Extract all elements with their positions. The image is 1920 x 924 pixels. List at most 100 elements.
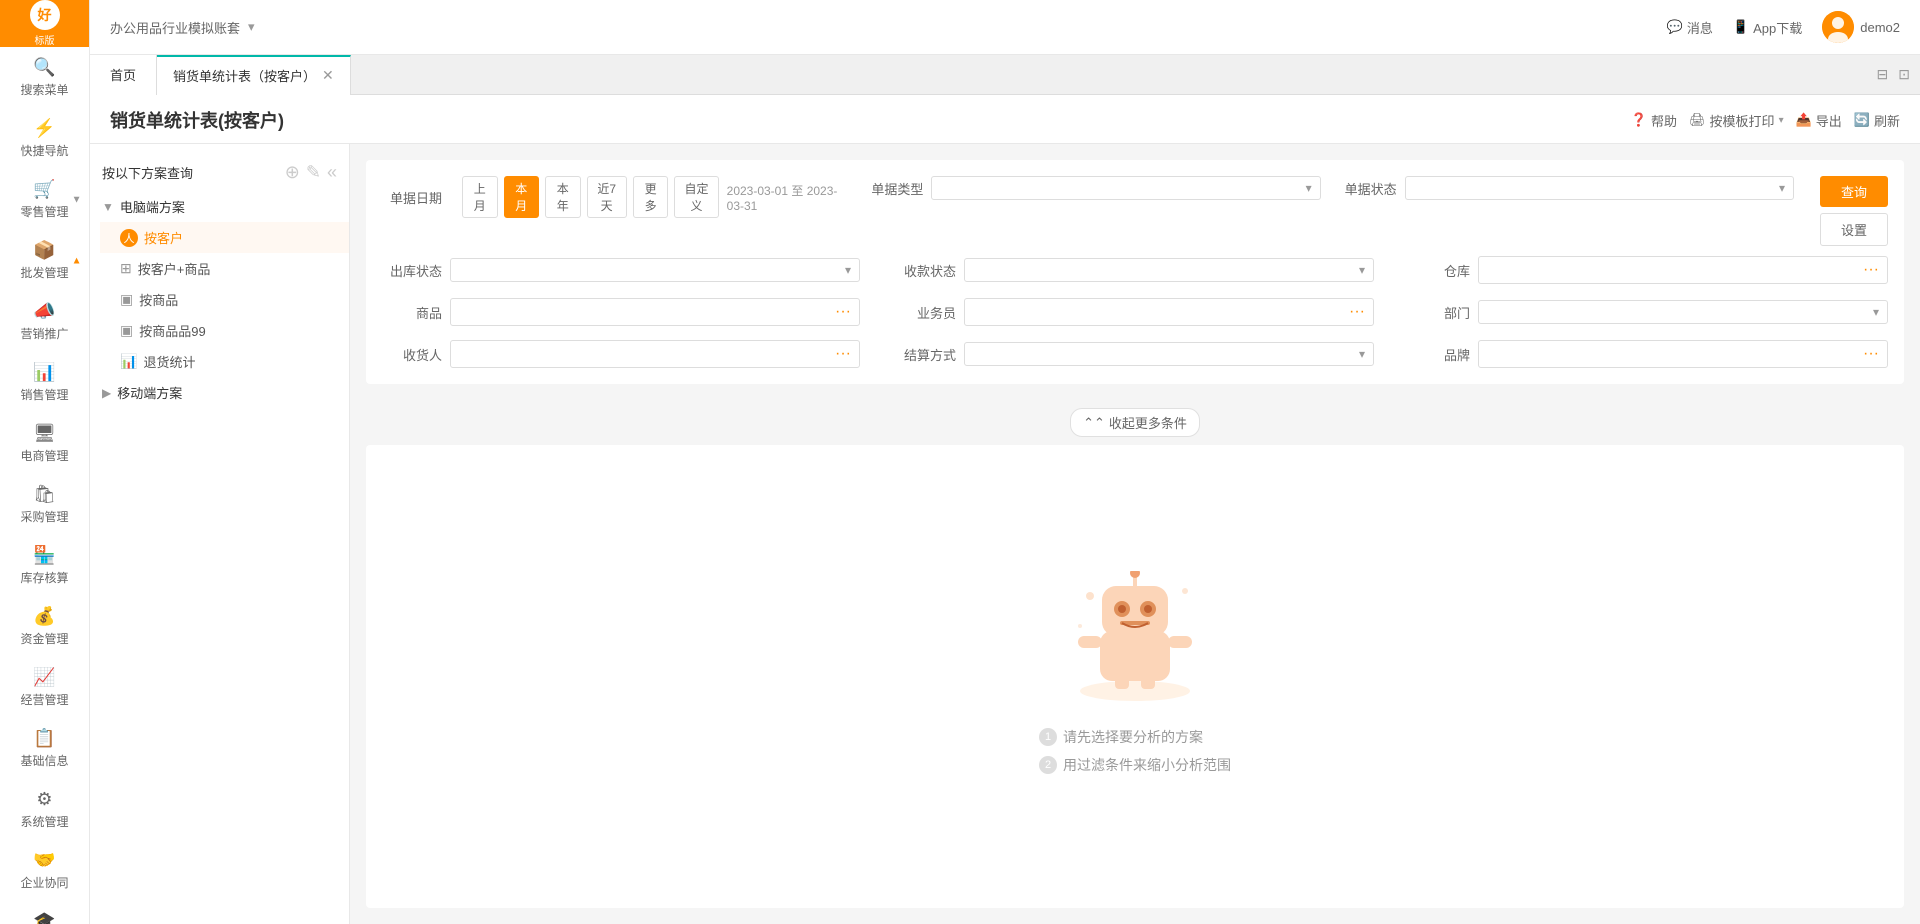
refresh-btn[interactable]: 🔄 刷新: [1854, 111, 1900, 130]
message-icon: 💬: [1667, 19, 1683, 35]
sidebar-item-ecommerce[interactable]: 🖥 电商管理: [0, 413, 90, 474]
btn-last-month[interactable]: 上月: [462, 176, 498, 218]
tree-item-return-stats[interactable]: 📊 退货统计: [100, 346, 349, 377]
product-select[interactable]: ···: [450, 298, 860, 326]
ship-status-select[interactable]: ▾: [450, 258, 860, 282]
warehouse-dots-icon: ···: [1863, 261, 1879, 279]
finance-icon: 💰: [33, 606, 55, 627]
page-header: 销货单统计表(按客户) ❓ 帮助 🖨 按模板打印 ▾ 📤 导出: [90, 95, 1920, 144]
logo-icon: 好: [30, 0, 60, 30]
payment-status-label: 收款状态: [896, 261, 956, 280]
collapse-up-icon: ⌃⌃: [1083, 415, 1105, 431]
sidebar-item-enterprise[interactable]: 🤝 企业协同: [0, 840, 90, 901]
tree-item-by-product[interactable]: ▣ 按商品: [100, 284, 349, 315]
sidebar-item-inventory[interactable]: 🏪 库存核算: [0, 535, 90, 596]
logo[interactable]: 好 标版: [0, 0, 90, 47]
empty-state: 1 请先选择要分析的方案 2 用过滤条件来缩小分析范围: [366, 445, 1904, 908]
app-title: 办公用品行业模拟账套: [110, 18, 240, 37]
payment-status-chevron-icon: ▾: [1359, 263, 1365, 277]
tree-item-by-customer-product[interactable]: ⊞ 按客户+商品: [100, 253, 349, 284]
empty-hint-1: 1 请先选择要分析的方案: [1039, 727, 1231, 747]
refresh-icon: 🔄: [1854, 112, 1870, 128]
query-button[interactable]: 查询: [1820, 176, 1888, 207]
tab-maximize-icon[interactable]: ⊡: [1898, 66, 1910, 83]
warehouse-select[interactable]: ···: [1478, 256, 1888, 284]
app-download-btn[interactable]: 📱 App下载: [1733, 18, 1802, 37]
sidebar-item-wholesale[interactable]: 📦 批发管理 ▲: [0, 230, 90, 291]
brand-dots-icon: ···: [1863, 345, 1879, 363]
department-select[interactable]: ▾: [1478, 300, 1888, 324]
filter-date-row: 单据日期 上月 本月 本年 近7天 更多 自定义: [382, 176, 847, 218]
sidebar-item-marketing[interactable]: 📣 营销推广: [0, 291, 90, 352]
main-area: 办公用品行业模拟账套 ▾ 💬 消息 📱 App下载 de: [90, 0, 1920, 924]
sidebar-item-basic-info[interactable]: 📋 基础信息: [0, 718, 90, 779]
tab-controls: ⊟ ⊡: [1877, 66, 1920, 83]
export-btn[interactable]: 📤 导出: [1796, 111, 1842, 130]
product-label: 商品: [382, 303, 442, 322]
tab-home[interactable]: 首页: [90, 55, 157, 95]
page-title: 销货单统计表(按客户): [110, 107, 284, 133]
right-panel: 单据日期 上月 本月 本年 近7天 更多 自定义: [350, 144, 1920, 924]
empty-illustration: [1060, 571, 1210, 711]
tab-sales-stats[interactable]: 销货单统计表（按客户） ✕: [157, 55, 351, 95]
sidebar-item-retail[interactable]: 🛒 零售管理 ▼: [0, 169, 90, 230]
btn-this-year[interactable]: 本年: [545, 176, 581, 218]
retail-icon: 🛒: [33, 179, 55, 200]
ship-status-label: 出库状态: [382, 261, 442, 280]
receiver-select[interactable]: ···: [450, 340, 860, 368]
sidebar-item-new-guide[interactable]: 🎓 新手引导: [0, 901, 90, 924]
sidebar-item-sales[interactable]: 📊 销售管理: [0, 352, 90, 413]
sidebar-item-purchase[interactable]: 🛍 采购管理: [0, 474, 90, 535]
dropdown-chevron-icon[interactable]: ▾: [248, 19, 255, 35]
order-status-select[interactable]: ▾: [1405, 176, 1794, 200]
filter-row-3: 商品 ··· 业务员 ···: [382, 298, 1888, 326]
page-content: 销货单统计表(按客户) ❓ 帮助 🖨 按模板打印 ▾ 📤 导出: [90, 95, 1920, 924]
payment-status-select[interactable]: ▾: [964, 258, 1374, 282]
sidebar: 好 标版 🔍 搜索菜单 ⚡ 快捷导航 🛒 零售管理 ▼ 📦 批发管理 ▲ 📣 营…: [0, 0, 90, 924]
purchase-icon: 🛍: [33, 484, 56, 505]
salesperson-select[interactable]: ···: [964, 298, 1374, 326]
edit-scheme-icon[interactable]: ✎: [306, 162, 321, 183]
department-chevron-icon: ▾: [1873, 305, 1879, 319]
filter-area: 单据日期 上月 本月 本年 近7天 更多 自定义: [366, 160, 1904, 384]
order-status-chevron-icon: ▾: [1779, 181, 1785, 195]
help-btn[interactable]: ❓ 帮助: [1631, 111, 1677, 130]
tab-close-icon[interactable]: ✕: [322, 67, 334, 84]
export-icon: 📤: [1796, 112, 1812, 128]
order-status-label: 单据状态: [1337, 179, 1397, 198]
sidebar-item-quick-nav[interactable]: ⚡ 快捷导航: [0, 108, 90, 169]
btn-last-7-days[interactable]: 近7天: [587, 176, 627, 218]
receiver-label: 收货人: [382, 345, 442, 364]
print-btn[interactable]: 🖨 按模板打印 ▾: [1689, 111, 1784, 130]
add-scheme-icon[interactable]: ⊕: [285, 162, 300, 183]
btn-more[interactable]: 更多: [633, 176, 669, 218]
collapse-btn[interactable]: ⌃⌃ 收起更多条件: [1070, 408, 1200, 437]
settings-button[interactable]: 设置: [1820, 213, 1888, 246]
sidebar-item-system[interactable]: ⚙ 系统管理: [0, 779, 90, 840]
order-type-group: 单据类型 ▾: [863, 176, 1320, 200]
query-actions: 查询 设置: [1820, 176, 1888, 246]
tree-group-desktop[interactable]: ▼ 电脑端方案: [90, 191, 349, 222]
settlement-select[interactable]: ▾: [964, 342, 1374, 366]
date-buttons: 上月 本月 本年 近7天 更多 自定义: [462, 176, 719, 218]
box-icon: ▣: [120, 291, 133, 308]
tree-item-by-customer[interactable]: 人 按客户: [100, 222, 349, 253]
btn-custom[interactable]: 自定义: [674, 176, 718, 218]
sidebar-item-operations[interactable]: 📈 经营管理: [0, 657, 90, 718]
filter-row-2: 出库状态 ▾ 收款状态 ▾: [382, 256, 1888, 284]
tree-item-by-product-99[interactable]: ▣ 按商品品99: [100, 315, 349, 346]
order-type-select[interactable]: ▾: [931, 176, 1320, 200]
message-btn[interactable]: 💬 消息: [1667, 18, 1713, 37]
user-profile[interactable]: demo2: [1822, 11, 1900, 43]
brand-select[interactable]: ···: [1478, 340, 1888, 368]
tab-minimize-icon[interactable]: ⊟: [1877, 66, 1889, 83]
brand-label: 品牌: [1410, 345, 1470, 364]
order-status-group: 单据状态 ▾: [1337, 176, 1794, 200]
brand-group: 品牌 ···: [1410, 340, 1888, 368]
help-icon: ❓: [1631, 112, 1647, 128]
tree-group-mobile[interactable]: ▶ 移动端方案: [90, 377, 349, 408]
btn-this-month[interactable]: 本月: [504, 176, 540, 218]
sidebar-item-finance[interactable]: 💰 资金管理: [0, 596, 90, 657]
collapse-panel-icon[interactable]: «: [327, 162, 337, 183]
sidebar-item-search-menu[interactable]: 🔍 搜索菜单: [0, 47, 90, 108]
